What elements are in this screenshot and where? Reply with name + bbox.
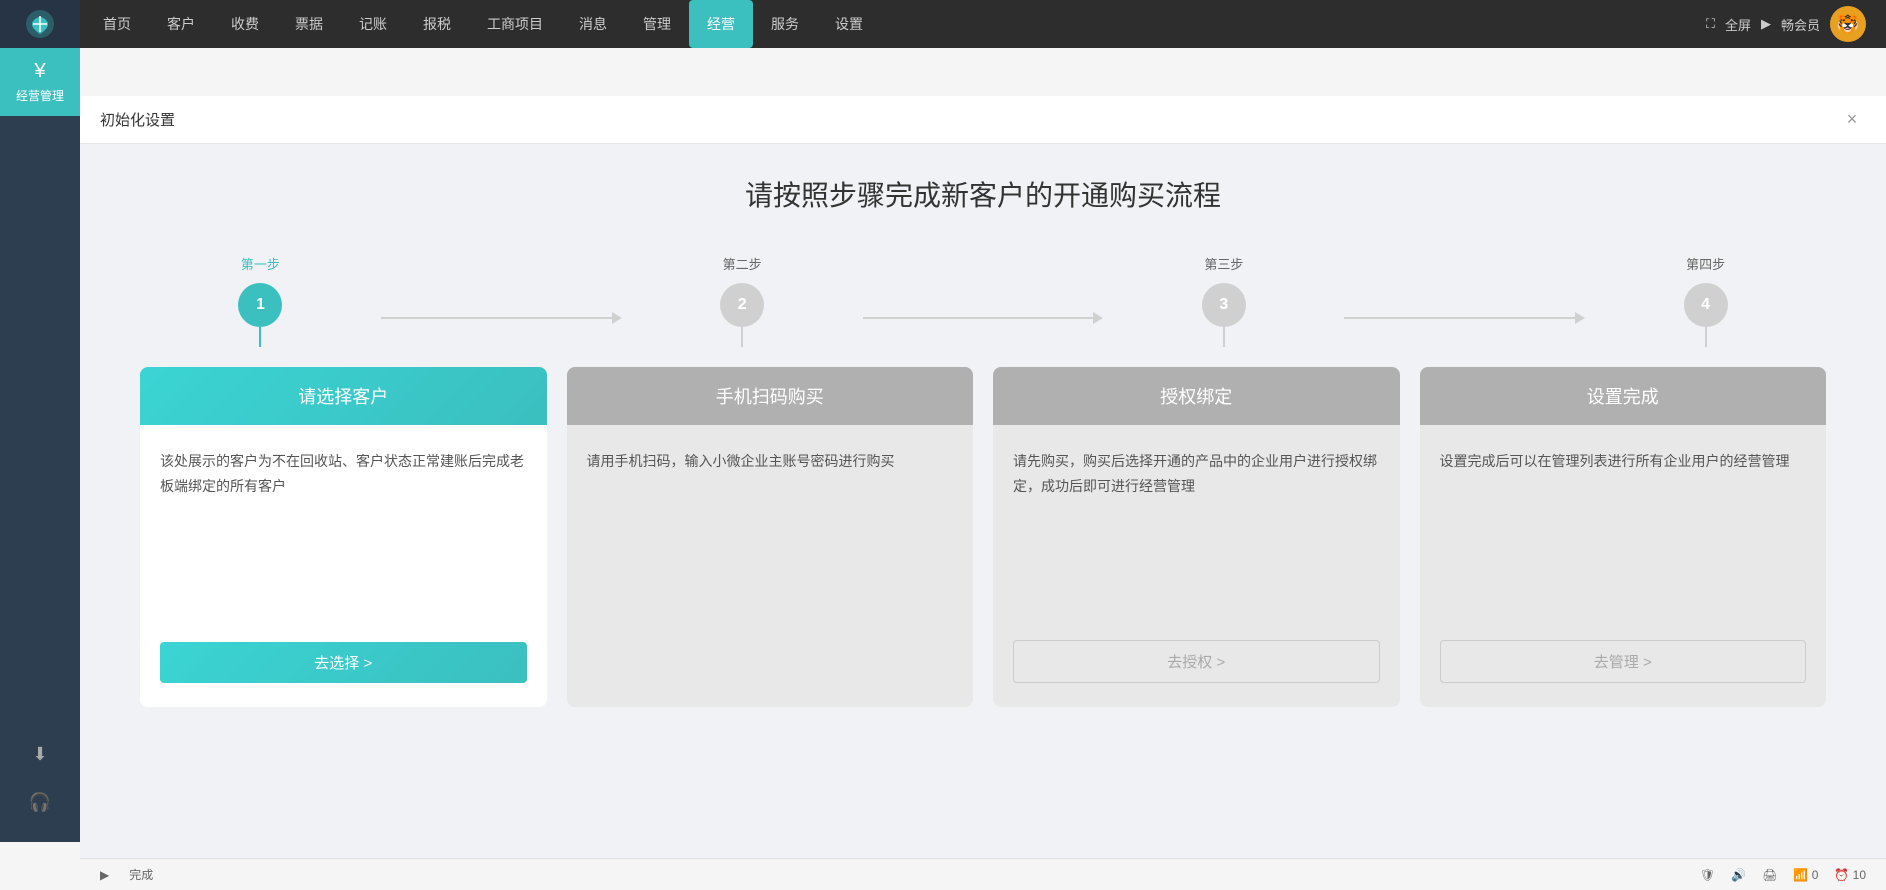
card1-desc: 该处展示的客户为不在回收站、客户状态正常建账后完成老板端绑定的所有客户 bbox=[160, 449, 527, 618]
nav-customer[interactable]: 客户 bbox=[149, 0, 213, 48]
download-button[interactable]: ⬇ bbox=[0, 734, 80, 774]
arrow3-line bbox=[1344, 317, 1575, 319]
card4-desc: 设置完成后可以在管理列表进行所有企业用户的经营管理 bbox=[1440, 449, 1807, 616]
headset-icon: 🎧 bbox=[29, 792, 51, 813]
close-button[interactable]: × bbox=[1838, 106, 1866, 134]
card3-title: 授权绑定 bbox=[993, 367, 1400, 425]
network-icon: 📶 0 bbox=[1793, 868, 1818, 882]
step4-circle: 4 bbox=[1684, 283, 1728, 327]
card1-title: 请选择客户 bbox=[140, 367, 547, 425]
sidebar-item-label: 经营管理 bbox=[16, 87, 64, 104]
top-nav: 首页 客户 收费 票据 记账 报税 工商项目 消息 管理 经营 服务 设置 ⛶ … bbox=[0, 0, 1886, 48]
arrow2-line bbox=[863, 317, 1094, 319]
headset-button[interactable]: 🎧 bbox=[0, 782, 80, 822]
nav-tax[interactable]: 报税 bbox=[405, 0, 469, 48]
main-area: 初始化设置 × 请按照步骤完成新客户的开通购买流程 第一步 1 第二步 bbox=[80, 96, 1886, 890]
step4-connector bbox=[1705, 327, 1707, 347]
card4-title: 设置完成 bbox=[1420, 367, 1827, 425]
member-label[interactable]: 畅会员 bbox=[1781, 15, 1820, 34]
volume-icon: 🔊 bbox=[1731, 868, 1746, 882]
cards-row: 请选择客户 该处展示的客户为不在回收站、客户状态正常建账后完成老板端绑定的所有客… bbox=[140, 367, 1826, 707]
shield-icon: 🛡 bbox=[1700, 868, 1715, 882]
step2-connector bbox=[741, 327, 743, 347]
fullscreen-icon: ⛶ bbox=[1706, 16, 1715, 32]
card1-body: 该处展示的客户为不在回收站、客户状态正常建账后完成老板端绑定的所有客户 去选择 … bbox=[140, 425, 547, 707]
step-col-2: 第二步 2 bbox=[622, 254, 863, 347]
step1-action-button[interactable]: 去选择 > bbox=[160, 642, 527, 683]
page-title: 初始化设置 bbox=[100, 109, 175, 130]
sidebar-item-finance[interactable]: ¥ 经营管理 bbox=[0, 48, 80, 116]
step1-label: 第一步 bbox=[241, 254, 280, 273]
card3-body: 请先购买，购买后选择开通的产品中的企业用户进行授权绑定，成功后即可进行经营管理 … bbox=[993, 425, 1400, 707]
status-bar-right: 🛡 🔊 🖨 📶 0 ⏰ 10 bbox=[1700, 868, 1866, 882]
page-header: 初始化设置 × bbox=[80, 96, 1886, 144]
avatar[interactable]: 🐯 bbox=[1830, 6, 1866, 42]
avatar-icon: 🐯 bbox=[1837, 14, 1859, 35]
arrow1-line bbox=[381, 317, 612, 319]
card2-title: 手机扫码购买 bbox=[567, 367, 974, 425]
print-icon: 🖨 bbox=[1762, 868, 1777, 882]
step-col-1: 第一步 1 bbox=[140, 254, 381, 347]
arrow2 bbox=[863, 312, 1104, 324]
card2-desc: 请用手机扫码，输入小微企业主账号密码进行购买 bbox=[587, 449, 954, 683]
fullscreen-label[interactable]: 全屏 bbox=[1725, 15, 1751, 34]
step-card-3: 授权绑定 请先购买，购买后选择开通的产品中的企业用户进行授权绑定，成功后即可进行… bbox=[993, 367, 1400, 707]
nav-settings[interactable]: 设置 bbox=[817, 0, 881, 48]
clock-icon: ⏰ 10 bbox=[1834, 868, 1866, 882]
nav-message[interactable]: 消息 bbox=[561, 0, 625, 48]
step2-circle: 2 bbox=[720, 283, 764, 327]
nav-accounting[interactable]: 记账 bbox=[341, 0, 405, 48]
step-card-2: 手机扫码购买 请用手机扫码，输入小微企业主账号密码进行购买 bbox=[567, 367, 974, 707]
step-col-3: 第三步 3 bbox=[1103, 254, 1344, 347]
step-card-1: 请选择客户 该处展示的客户为不在回收站、客户状态正常建账后完成老板端绑定的所有客… bbox=[140, 367, 547, 707]
status-label: 完成 bbox=[129, 866, 153, 883]
sidebar-logo bbox=[0, 0, 80, 48]
arrow3-head bbox=[1575, 312, 1585, 324]
arrow1-head bbox=[612, 312, 622, 324]
nav-service[interactable]: 服务 bbox=[753, 0, 817, 48]
step3-label: 第三步 bbox=[1204, 254, 1243, 273]
nav-home[interactable]: 首页 bbox=[85, 0, 149, 48]
arrow3 bbox=[1344, 312, 1585, 324]
card4-body: 设置完成后可以在管理列表进行所有企业用户的经营管理 去管理 > bbox=[1420, 425, 1827, 707]
step-col-4: 第四步 4 bbox=[1585, 254, 1826, 347]
play-icon: ▶ bbox=[1761, 16, 1771, 32]
nav-operations[interactable]: 经营 bbox=[689, 0, 753, 48]
status-bar: ▶ 完成 🛡 🔊 🖨 📶 0 ⏰ 10 bbox=[80, 858, 1886, 890]
content-area: 请按照步骤完成新客户的开通购买流程 第一步 1 第二步 2 bbox=[80, 144, 1886, 858]
step3-circle: 3 bbox=[1202, 283, 1246, 327]
step1-circle: 1 bbox=[238, 283, 282, 327]
arrow1 bbox=[381, 312, 622, 324]
step4-label: 第四步 bbox=[1686, 254, 1725, 273]
nav-billing[interactable]: 收费 bbox=[213, 0, 277, 48]
card3-desc: 请先购买，购买后选择开通的产品中的企业用户进行授权绑定，成功后即可进行经营管理 bbox=[1013, 449, 1380, 616]
step2-label: 第二步 bbox=[723, 254, 762, 273]
steps-layout: 第一步 1 第二步 2 bbox=[140, 254, 1826, 347]
step3-action-button[interactable]: 去授权 > bbox=[1013, 640, 1380, 683]
nav-invoice[interactable]: 票据 bbox=[277, 0, 341, 48]
step-card-4: 设置完成 设置完成后可以在管理列表进行所有企业用户的经营管理 去管理 > bbox=[1420, 367, 1827, 707]
sidebar-bottom: ⬇ 🎧 bbox=[0, 734, 80, 842]
nav-right: ⛶ 全屏 ▶ 畅会员 🐯 bbox=[1706, 6, 1886, 42]
nav-business[interactable]: 工商项目 bbox=[469, 0, 561, 48]
step4-action-button[interactable]: 去管理 > bbox=[1440, 640, 1807, 683]
card2-body: 请用手机扫码，输入小微企业主账号密码进行购买 bbox=[567, 425, 974, 707]
finance-icon: ¥ bbox=[34, 60, 45, 83]
download-icon: ⬇ bbox=[32, 744, 47, 765]
arrow2-head bbox=[1093, 312, 1103, 324]
step3-connector bbox=[1223, 327, 1225, 347]
play-status-icon: ▶ bbox=[100, 868, 109, 882]
step1-connector bbox=[259, 327, 261, 347]
sidebar: ¥ 经营管理 ⬇ 🎧 bbox=[0, 0, 80, 842]
nav-management[interactable]: 管理 bbox=[625, 0, 689, 48]
main-heading: 请按照步骤完成新客户的开通购买流程 bbox=[140, 174, 1826, 214]
